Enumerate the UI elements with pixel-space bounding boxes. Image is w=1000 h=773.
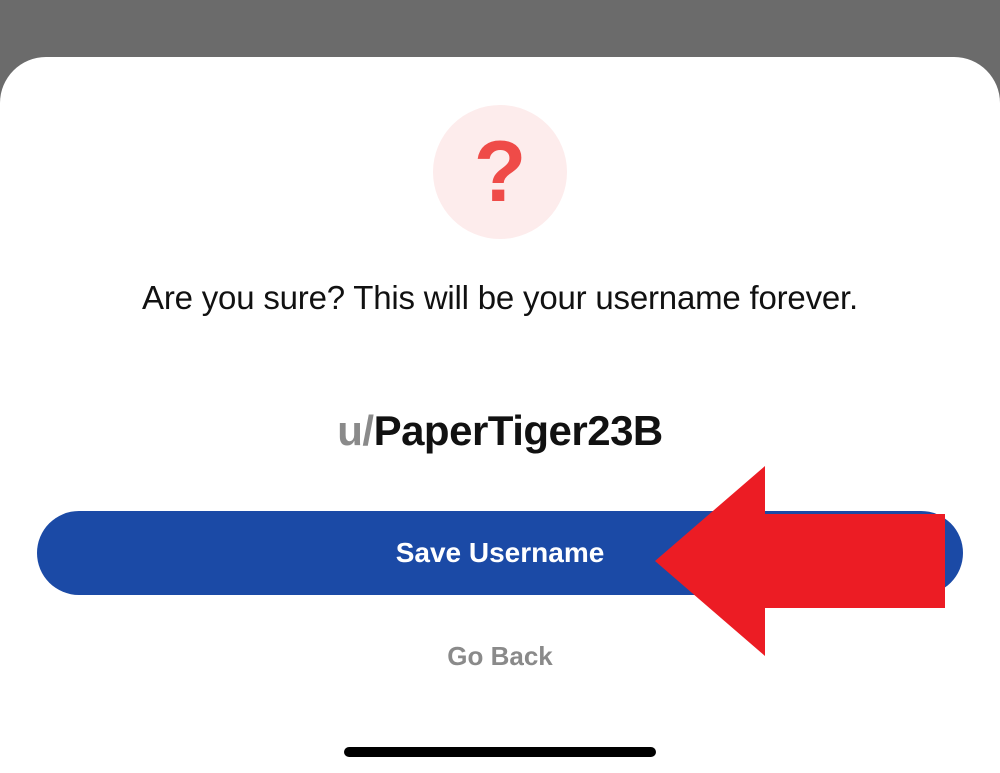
username-display: u/PaperTiger23B [0, 407, 1000, 455]
confirmation-message: Are you sure? This will be your username… [0, 279, 1000, 317]
question-icon-circle: ? [433, 105, 567, 239]
username-value: PaperTiger23B [374, 407, 663, 454]
go-back-button[interactable]: Go Back [447, 641, 553, 672]
save-username-button[interactable]: Save Username [37, 511, 963, 595]
username-prefix: u/ [337, 407, 373, 454]
home-indicator[interactable] [344, 747, 656, 757]
question-mark-icon: ? [474, 129, 527, 215]
confirmation-sheet: ? Are you sure? This will be your userna… [0, 57, 1000, 773]
